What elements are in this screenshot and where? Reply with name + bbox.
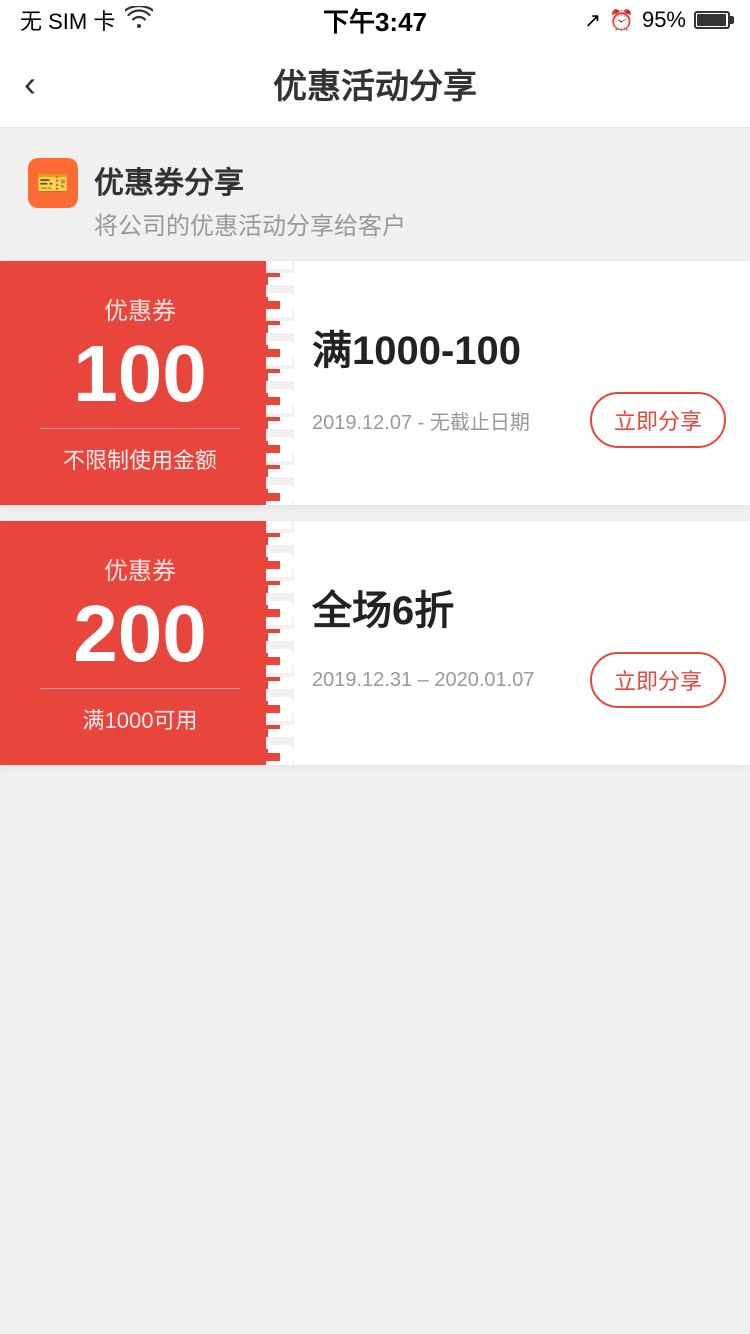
alarm-icon: ⏰ [609,8,634,33]
coupon-right: 满1000-100 2019.12.07 - 无截止日期 立即分享 [280,261,750,505]
coupon-card: 优惠券 100 不限制使用金额 满1000-100 2019.12.07 - 无… [0,261,750,505]
status-bar: 无 SIM 卡 下午3:47 ↗ ⏰ 95% [0,0,750,40]
coupon-type-label: 优惠券 [104,551,176,586]
coupon-name: 满1000-100 [312,318,726,376]
share-button[interactable]: 立即分享 [590,392,726,448]
coupon-date: 2019.12.07 - 无截止日期 [312,406,580,435]
carrier-label: 无 SIM 卡 [20,4,115,36]
coupon-condition: 满1000可用 [83,703,198,735]
nav-bar: ‹ 优惠活动分享 [0,40,750,128]
back-button[interactable]: ‹ [24,66,36,102]
status-time: 下午3:47 [323,2,427,39]
coupon-name: 全场6折 [312,578,726,636]
section-header: 🎫 优惠券分享 将公司的优惠活动分享给客户 [0,128,750,261]
coupon-left: 优惠券 100 不限制使用金额 [0,261,280,505]
empty-area [0,801,750,1301]
section-title: 优惠券分享 [94,158,406,202]
coupon-divider [40,428,240,429]
coupon-left: 优惠券 200 满1000可用 [0,521,280,765]
battery-percent: 95% [642,7,686,33]
coupon-date: 2019.12.31 – 2020.01.07 [312,669,580,692]
section-icon: 🎫 [28,158,78,208]
status-right: ↗ ⏰ 95% [584,7,730,33]
status-left: 无 SIM 卡 [20,4,153,36]
section-subtitle: 将公司的优惠活动分享给客户 [94,206,406,241]
coupon-condition: 不限制使用金额 [63,443,217,475]
coupon-divider [40,688,240,689]
coupon-bottom-row: 2019.12.31 – 2020.01.07 立即分享 [312,652,726,708]
coupon-value: 200 [73,594,206,674]
coupon-type-label: 优惠券 [104,291,176,326]
wifi-icon [125,6,153,34]
coupon-icon: 🎫 [37,168,69,199]
battery-icon [694,11,730,29]
nav-title: 优惠活动分享 [273,59,477,108]
coupon-card: 优惠券 200 满1000可用 全场6折 2019.12.31 – 2020.0… [0,521,750,765]
share-button[interactable]: 立即分享 [590,652,726,708]
coupon-bottom-row: 2019.12.07 - 无截止日期 立即分享 [312,392,726,448]
coupon-value: 100 [73,334,206,414]
section-text-group: 优惠券分享 将公司的优惠活动分享给客户 [94,158,406,241]
location-icon: ↗ [584,8,601,33]
coupon-right: 全场6折 2019.12.31 – 2020.01.07 立即分享 [280,521,750,765]
coupons-list: 优惠券 100 不限制使用金额 满1000-100 2019.12.07 - 无… [0,261,750,801]
